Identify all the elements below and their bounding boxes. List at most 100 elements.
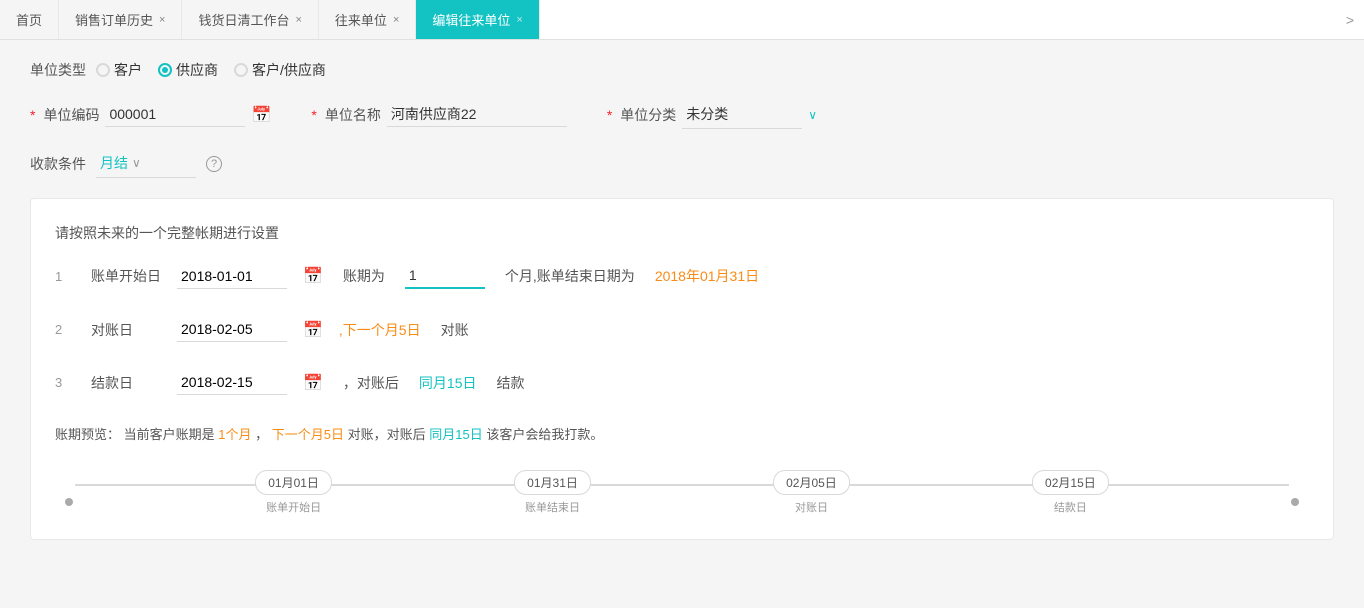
preview-highlight1: 1个月	[218, 427, 251, 442]
node-2-label: 账单结束日	[525, 499, 580, 515]
row-1-number: 1	[55, 269, 75, 284]
unit-code-input[interactable]	[105, 102, 245, 127]
radio-customer[interactable]: 客户	[96, 60, 142, 80]
preview-highlight3: 同月15日	[429, 427, 482, 442]
tab-bar: 首页 销售订单历史 × 钱货日清工作台 × 往来单位 × 编辑往来单位 × >	[0, 0, 1364, 40]
radio-supplier-label: 供应商	[176, 60, 218, 80]
radio-supplier[interactable]: 供应商	[158, 60, 218, 80]
period-input[interactable]	[405, 263, 485, 289]
preview-section: 账期预览： 当前客户账期是 1个月 ， 下一个月5日 对账，对账后 同月15日 …	[55, 423, 1309, 446]
close-sales-history-icon[interactable]: ×	[159, 14, 165, 26]
left-endpoint-dot	[65, 498, 73, 506]
radio-customer-label: 客户	[114, 60, 142, 80]
timeline-node-4: 02月15日 结款日	[1032, 470, 1109, 515]
row-2-number: 2	[55, 322, 75, 337]
close-cash-workbench-icon[interactable]: ×	[295, 14, 301, 26]
row-1-suffix-after: 个月,账单结束日期为	[505, 266, 635, 286]
unit-code-calendar-icon[interactable]: 📅	[251, 105, 271, 125]
main-content: 单位类型 客户 供应商 客户/供应商 * 单位编码 📅 * 单位名称	[0, 40, 1364, 608]
payment-date-calendar-icon[interactable]: 📅	[303, 373, 323, 393]
timeline: 01月01日 账单开始日 01月31日 账单结束日 02月05日 对账日	[55, 470, 1309, 515]
unit-classify-select[interactable]: 未分类	[682, 100, 802, 129]
unit-type-radio-group: 客户 供应商 客户/供应商	[96, 60, 326, 80]
tab-scroll-right[interactable]: >	[1336, 0, 1364, 39]
tab-edit-counterpart-label: 编辑往来单位	[432, 10, 510, 29]
node-3-label: 对账日	[795, 499, 828, 515]
row-1-highlight-date: 2018年01月31日	[655, 266, 759, 286]
row-2-label: 对账日	[91, 320, 161, 340]
payment-dropdown-arrow: ∨	[132, 156, 141, 170]
row-3-suffix-highlight: 同月15日	[419, 373, 477, 393]
row-3-number: 3	[55, 375, 75, 390]
timeline-node-2: 01月31日 账单结束日	[514, 470, 591, 515]
tab-sales-history[interactable]: 销售订单历史 ×	[59, 0, 182, 39]
timeline-nodes: 01月01日 账单开始日 01月31日 账单结束日 02月05日 对账日	[65, 470, 1299, 515]
node-2-badge: 01月31日	[514, 470, 591, 495]
unit-name-input[interactable]	[387, 102, 567, 127]
tab-counterpart[interactable]: 往来单位 ×	[319, 0, 416, 39]
timeline-right-endpoint	[1291, 479, 1299, 524]
tab-cash-workbench-label: 钱货日清工作台	[198, 10, 289, 29]
tab-counterpart-label: 往来单位	[335, 10, 387, 29]
radio-supplier-circle	[158, 63, 172, 77]
payment-label: 收款条件	[30, 154, 86, 174]
node-1-label: 账单开始日	[266, 499, 321, 515]
payment-value: 月结	[100, 153, 128, 173]
preview-text-3: 对账，对账后	[348, 427, 426, 442]
row-3-suffix-plain: ，对账后	[343, 373, 399, 393]
start-date-calendar-icon[interactable]: 📅	[303, 266, 323, 286]
unit-type-label: 单位类型	[30, 60, 86, 80]
preview-label: 账期预览：	[55, 427, 120, 442]
radio-customer-circle	[96, 63, 110, 77]
right-arrow-icon: >	[1346, 12, 1354, 28]
preview-text-4: 该客户会给我打款。	[486, 427, 603, 442]
unit-code-required: *	[30, 107, 35, 123]
unit-type-row: 单位类型 客户 供应商 客户/供应商	[30, 60, 1334, 80]
row-2-suffix-plain: 对账	[441, 320, 469, 340]
tab-edit-counterpart[interactable]: 编辑往来单位 ×	[416, 0, 539, 39]
close-counterpart-icon[interactable]: ×	[393, 14, 399, 26]
tab-sales-history-label: 销售订单历史	[75, 10, 153, 29]
tab-cash-workbench[interactable]: 钱货日清工作台 ×	[182, 0, 318, 39]
panel-instruction: 请按照未来的一个完整帐期进行设置	[55, 223, 1309, 243]
reconcile-date-input[interactable]	[177, 317, 287, 342]
unit-classify-required: *	[607, 107, 612, 123]
settings-panel: 请按照未来的一个完整帐期进行设置 1 账单开始日 📅 账期为 个月,账单结束日期…	[30, 198, 1334, 540]
node-4-label: 结款日	[1054, 499, 1087, 515]
classify-dropdown-arrow[interactable]: ∨	[808, 108, 817, 122]
row-2-suffix-highlight: ,下一个月5日	[339, 320, 421, 340]
unit-code-label: 单位编码	[43, 105, 99, 125]
row-1-label: 账单开始日	[91, 266, 161, 286]
payment-date-input[interactable]	[177, 370, 287, 395]
radio-both-label: 客户/供应商	[252, 60, 326, 80]
unit-name-group: * 单位名称	[311, 102, 566, 127]
reconcile-date-row: 2 对账日 📅 ,下一个月5日 对账	[55, 317, 1309, 342]
payment-select[interactable]: 月结 ∨	[96, 149, 196, 178]
payment-date-row: 3 结款日 📅 ，对账后 同月15日 结款	[55, 370, 1309, 395]
unit-fields-row: * 单位编码 📅 * 单位名称 * 单位分类 未分类 ∨	[30, 100, 1334, 129]
unit-classify-label: 单位分类	[620, 105, 676, 125]
preview-text-2: ，	[255, 427, 268, 442]
tab-home[interactable]: 首页	[0, 0, 59, 39]
row-3-suffix-end: 结款	[497, 373, 525, 393]
radio-both[interactable]: 客户/供应商	[234, 60, 326, 80]
payment-row: 收款条件 月结 ∨ ?	[30, 149, 1334, 178]
unit-classify-value: 未分类	[686, 104, 728, 124]
radio-both-circle	[234, 63, 248, 77]
unit-name-label: 单位名称	[325, 105, 381, 125]
right-endpoint-dot	[1291, 498, 1299, 506]
row-1-suffix-before: 账期为	[343, 266, 385, 286]
timeline-node-3: 02月05日 对账日	[773, 470, 850, 515]
unit-classify-group: * 单位分类 未分类 ∨	[607, 100, 817, 129]
tab-home-label: 首页	[16, 10, 42, 29]
reconcile-date-calendar-icon[interactable]: 📅	[303, 320, 323, 340]
node-1-badge: 01月01日	[255, 470, 332, 495]
start-date-input[interactable]	[177, 264, 287, 289]
unit-name-required: *	[311, 107, 316, 123]
unit-code-group: * 单位编码 📅	[30, 102, 271, 127]
close-edit-counterpart-icon[interactable]: ×	[516, 14, 522, 26]
node-3-badge: 02月05日	[773, 470, 850, 495]
row-3-label: 结款日	[91, 373, 161, 393]
timeline-left-endpoint	[65, 479, 73, 524]
payment-help-icon[interactable]: ?	[206, 156, 222, 172]
